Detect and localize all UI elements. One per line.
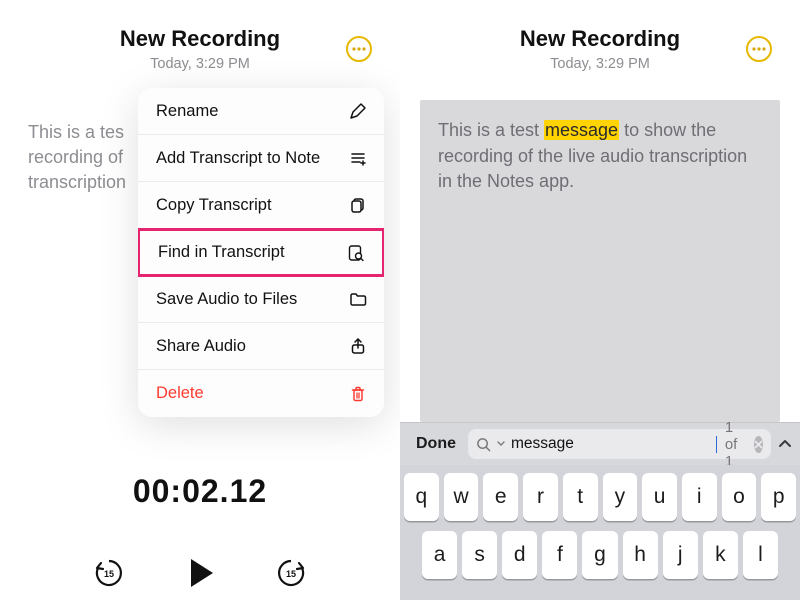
menu-save-audio[interactable]: Save Audio to Files — [138, 276, 384, 323]
key-a[interactable]: a — [422, 531, 457, 579]
transport-controls: 15 15 — [0, 554, 400, 592]
context-menu: Rename Add Transcript to Note Copy Trans… — [138, 88, 384, 417]
keyboard-row-2: asdfghjkl — [404, 531, 796, 579]
find-icon — [346, 243, 366, 263]
chevron-up-icon — [777, 436, 793, 452]
svg-text:15: 15 — [286, 569, 296, 579]
menu-save-label: Save Audio to Files — [156, 290, 297, 309]
ellipsis-icon — [352, 47, 366, 51]
search-icon — [476, 437, 491, 452]
key-d[interactable]: d — [502, 531, 537, 579]
key-u[interactable]: u — [642, 473, 677, 521]
skip-back-button[interactable]: 15 — [92, 556, 126, 590]
skip-forward-icon: 15 — [274, 556, 308, 590]
header-right: New Recording Today, 3:29 PM — [400, 0, 800, 72]
key-f[interactable]: f — [542, 531, 577, 579]
search-input[interactable] — [511, 435, 711, 453]
page-title: New Recording — [0, 26, 400, 52]
trash-icon — [348, 384, 368, 404]
search-field[interactable]: 1 of 1 — [468, 429, 771, 459]
menu-delete-label: Delete — [156, 384, 204, 403]
key-j[interactable]: j — [663, 531, 698, 579]
menu-share-label: Share Audio — [156, 337, 246, 356]
menu-share-audio[interactable]: Share Audio — [138, 323, 384, 370]
done-button[interactable]: Done — [410, 431, 462, 457]
ellipsis-icon — [752, 47, 766, 51]
pane-left: New Recording Today, 3:29 PM This is a t… — [0, 0, 400, 600]
key-k[interactable]: k — [703, 531, 738, 579]
svg-text:15: 15 — [104, 569, 114, 579]
menu-find-label: Find in Transcript — [158, 243, 285, 262]
key-w[interactable]: w — [444, 473, 479, 521]
transcript-peek: This is a tes recording of transcription — [28, 120, 148, 194]
copy-icon — [348, 195, 368, 215]
skip-back-icon: 15 — [92, 556, 126, 590]
transcript-text: This is a test message to show the recor… — [438, 118, 762, 195]
key-e[interactable]: e — [483, 473, 518, 521]
menu-add-label: Add Transcript to Note — [156, 149, 320, 168]
keyboard: qwertyuiop asdfghjkl — [400, 465, 800, 600]
menu-delete[interactable]: Delete — [138, 370, 384, 417]
page-subtitle: Today, 3:29 PM — [0, 56, 400, 72]
play-icon — [181, 554, 219, 592]
find-bar: Done 1 of 1 — [400, 422, 800, 465]
transcript-highlight: message — [544, 120, 619, 140]
key-l[interactable]: l — [743, 531, 778, 579]
transcript-before: This is a test — [438, 120, 544, 140]
text-cursor — [716, 436, 717, 453]
menu-copy-label: Copy Transcript — [156, 196, 272, 215]
transcript-area: This is a test message to show the recor… — [420, 100, 780, 422]
keyboard-row-1: qwertyuiop — [404, 473, 796, 521]
pane-right: New Recording Today, 3:29 PM This is a t… — [400, 0, 800, 600]
key-t[interactable]: t — [563, 473, 598, 521]
pencil-icon — [348, 101, 368, 121]
close-icon — [754, 440, 763, 449]
play-button[interactable] — [181, 554, 219, 592]
prev-match-button[interactable] — [777, 429, 793, 459]
folder-icon — [348, 289, 368, 309]
key-h[interactable]: h — [623, 531, 658, 579]
key-r[interactable]: r — [523, 473, 558, 521]
skip-forward-button[interactable]: 15 — [274, 556, 308, 590]
search-counter: 1 of 1 — [723, 419, 748, 470]
add-note-icon — [348, 148, 368, 168]
header-left: New Recording Today, 3:29 PM — [0, 0, 400, 72]
page-subtitle: Today, 3:29 PM — [400, 56, 800, 72]
menu-copy-transcript[interactable]: Copy Transcript — [138, 182, 384, 229]
menu-add-transcript[interactable]: Add Transcript to Note — [138, 135, 384, 182]
menu-rename[interactable]: Rename — [138, 88, 384, 135]
more-button[interactable] — [346, 36, 372, 62]
key-p[interactable]: p — [761, 473, 796, 521]
chevron-down-icon — [497, 440, 505, 448]
key-y[interactable]: y — [603, 473, 638, 521]
key-s[interactable]: s — [462, 531, 497, 579]
key-g[interactable]: g — [582, 531, 617, 579]
more-button[interactable] — [746, 36, 772, 62]
key-o[interactable]: o — [722, 473, 757, 521]
page-title: New Recording — [400, 26, 800, 52]
playback-time: 00:02.12 — [0, 473, 400, 510]
key-i[interactable]: i — [682, 473, 717, 521]
share-icon — [348, 336, 368, 356]
menu-rename-label: Rename — [156, 102, 218, 121]
key-q[interactable]: q — [404, 473, 439, 521]
menu-find-transcript[interactable]: Find in Transcript — [138, 228, 384, 277]
clear-button[interactable] — [754, 436, 763, 453]
